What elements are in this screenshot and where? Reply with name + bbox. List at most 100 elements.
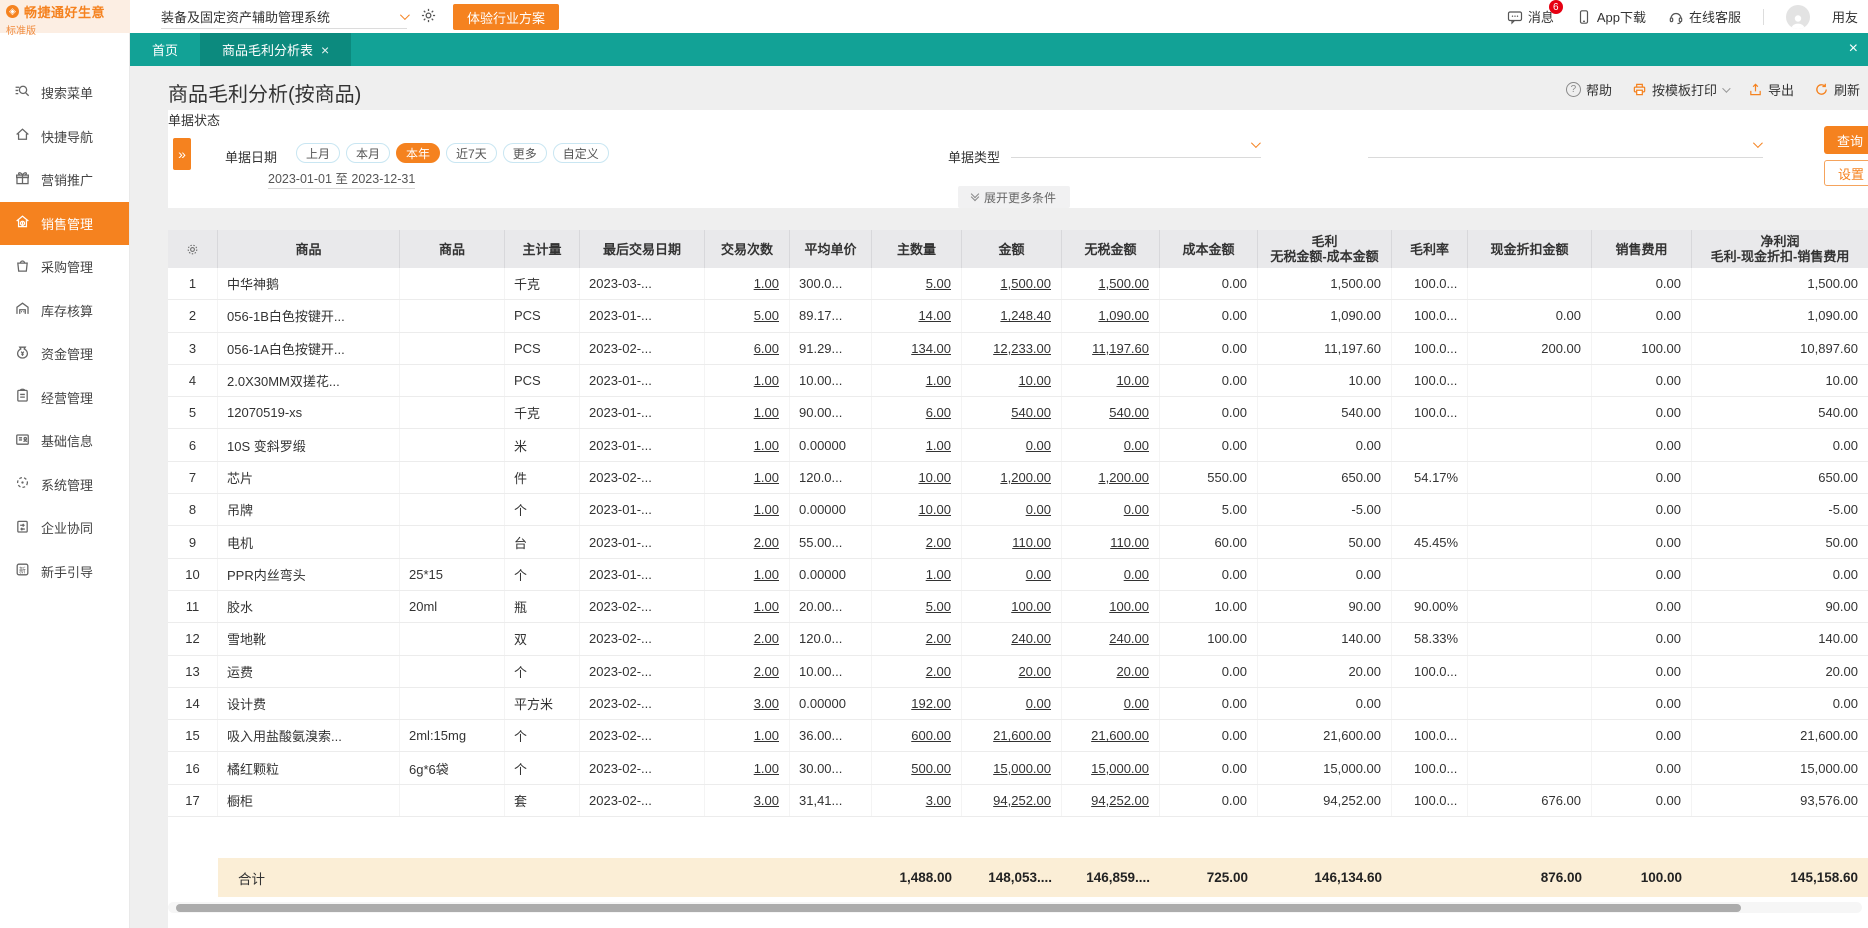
qty-cell[interactable]: 2.00 (872, 655, 962, 687)
app-download-button[interactable]: App下载 (1576, 7, 1646, 26)
notax-cell[interactable]: 0.00 (1062, 429, 1160, 461)
sidebar-item-企业协同[interactable]: 企业协同 (0, 506, 129, 550)
qty-cell[interactable]: 6.00 (872, 397, 962, 429)
times-cell[interactable]: 1.00 (705, 752, 790, 784)
amount-cell[interactable]: 0.00 (962, 687, 1062, 720)
amount-cell[interactable]: 0.00 (962, 494, 1062, 526)
qty-cell[interactable]: 2.00 (872, 623, 962, 655)
sidebar-item-新手引导[interactable]: 新 新手引导 (0, 550, 129, 594)
help-button[interactable]: ? 帮助 (1565, 80, 1612, 99)
notax-cell[interactable]: 540.00 (1062, 397, 1160, 429)
notax-cell[interactable]: 0.00 (1062, 558, 1160, 590)
sidebar-item-基础信息[interactable]: 基础信息 (0, 419, 129, 463)
qty-cell[interactable]: 3.00 (872, 784, 962, 817)
notax-cell[interactable]: 20.00 (1062, 655, 1160, 687)
notax-cell[interactable]: 1,200.00 (1062, 461, 1160, 494)
messages-button[interactable]: 消息 6 (1507, 0, 1563, 26)
qty-cell[interactable]: 5.00 (872, 590, 962, 623)
sidebar-item-销售管理[interactable]: 销售管理 (0, 201, 129, 245)
sidebar-item-搜索菜单[interactable]: 搜索菜单 (0, 71, 129, 115)
qty-cell[interactable]: 192.00 (872, 687, 962, 720)
qty-cell[interactable]: 5.00 (872, 268, 962, 300)
print-button[interactable]: 按模板打印 (1632, 80, 1731, 99)
notax-cell[interactable]: 1,090.00 (1062, 300, 1160, 332)
collapse-filter-button[interactable]: » (173, 138, 191, 170)
sidebar-item-经营管理[interactable]: 经营管理 (0, 376, 129, 420)
amount-cell[interactable]: 21,600.00 (962, 720, 1062, 752)
notax-cell[interactable]: 110.00 (1062, 526, 1160, 558)
date-option-本月[interactable]: 本月 (346, 143, 391, 163)
column-settings-gear-icon[interactable] (168, 230, 218, 268)
qty-cell[interactable]: 1.00 (872, 429, 962, 461)
date-option-本年[interactable]: 本年 (396, 143, 441, 163)
date-option-上月[interactable]: 上月 (296, 143, 341, 163)
amount-cell[interactable]: 110.00 (962, 526, 1062, 558)
amount-cell[interactable]: 0.00 (962, 429, 1062, 461)
times-cell[interactable]: 1.00 (705, 590, 790, 623)
notax-cell[interactable]: 15,000.00 (1062, 752, 1160, 784)
amount-cell[interactable]: 10.00 (962, 364, 1062, 397)
times-cell[interactable]: 1.00 (705, 461, 790, 494)
qty-cell[interactable]: 1.00 (872, 364, 962, 397)
times-cell[interactable]: 1.00 (705, 558, 790, 590)
horizontal-scrollbar[interactable] (168, 902, 1862, 913)
amount-cell[interactable]: 100.00 (962, 590, 1062, 623)
settings-button[interactable]: 设置 (1824, 160, 1868, 186)
amount-cell[interactable]: 0.00 (962, 558, 1062, 590)
amount-cell[interactable]: 15,000.00 (962, 752, 1062, 784)
times-cell[interactable]: 1.00 (705, 268, 790, 300)
times-cell[interactable]: 3.00 (705, 784, 790, 817)
date-option-更多[interactable]: 更多 (502, 143, 547, 163)
notax-cell[interactable]: 0.00 (1062, 687, 1160, 720)
date-range-value[interactable]: 2023-01-01 至 2023-12-31 (268, 168, 416, 189)
query-button[interactable]: 查询 (1824, 126, 1868, 154)
notax-cell[interactable]: 94,252.00 (1062, 784, 1160, 817)
notax-cell[interactable]: 0.00 (1062, 494, 1160, 526)
scrollbar-thumb[interactable] (176, 903, 1741, 912)
times-cell[interactable]: 6.00 (705, 332, 790, 364)
date-option-近7天[interactable]: 近7天 (446, 143, 497, 163)
refresh-button[interactable]: 刷新 (1814, 80, 1860, 99)
export-button[interactable]: 导出 (1748, 80, 1794, 99)
times-cell[interactable]: 2.00 (705, 526, 790, 558)
qty-cell[interactable]: 600.00 (872, 720, 962, 752)
doc-status-select[interactable] (1368, 132, 1763, 158)
amount-cell[interactable]: 1,500.00 (962, 268, 1062, 300)
notax-cell[interactable]: 100.00 (1062, 590, 1160, 623)
times-cell[interactable]: 1.00 (705, 429, 790, 461)
notax-cell[interactable]: 1,500.00 (1062, 268, 1160, 300)
sidebar-item-营销推广[interactable]: 营销推广 (0, 158, 129, 202)
times-cell[interactable]: 2.00 (705, 655, 790, 687)
qty-cell[interactable]: 500.00 (872, 752, 962, 784)
amount-cell[interactable]: 12,233.00 (962, 332, 1062, 364)
amount-cell[interactable]: 94,252.00 (962, 784, 1062, 817)
times-cell[interactable]: 3.00 (705, 687, 790, 720)
qty-cell[interactable]: 134.00 (872, 332, 962, 364)
times-cell[interactable]: 5.00 (705, 300, 790, 332)
amount-cell[interactable]: 540.00 (962, 397, 1062, 429)
qty-cell[interactable]: 10.00 (872, 461, 962, 494)
tab-home[interactable]: 首页 (130, 33, 200, 66)
sidebar-item-采购管理[interactable]: 采购管理 (0, 245, 129, 289)
date-option-自定义[interactable]: 自定义 (552, 143, 609, 163)
times-cell[interactable]: 2.00 (705, 623, 790, 655)
trial-button[interactable]: 体验行业方案 (453, 4, 560, 30)
qty-cell[interactable]: 1.00 (872, 558, 962, 590)
notax-cell[interactable]: 11,197.60 (1062, 332, 1160, 364)
times-cell[interactable]: 1.00 (705, 494, 790, 526)
amount-cell[interactable]: 20.00 (962, 655, 1062, 687)
qty-cell[interactable]: 14.00 (872, 300, 962, 332)
system-select[interactable]: 装备及固定资产辅助管理系统 (161, 5, 410, 29)
notax-cell[interactable]: 10.00 (1062, 364, 1160, 397)
online-service-button[interactable]: 在线客服 (1668, 7, 1741, 26)
gear-icon[interactable] (420, 7, 437, 29)
close-icon[interactable]: × (1849, 40, 1858, 58)
notax-cell[interactable]: 21,600.00 (1062, 720, 1160, 752)
doc-type-select[interactable] (1011, 132, 1261, 158)
avatar[interactable] (1785, 4, 1810, 29)
sidebar-item-快捷导航[interactable]: 快捷导航 (0, 115, 129, 159)
amount-cell[interactable]: 1,248.40 (962, 300, 1062, 332)
qty-cell[interactable]: 2.00 (872, 526, 962, 558)
times-cell[interactable]: 1.00 (705, 720, 790, 752)
times-cell[interactable]: 1.00 (705, 397, 790, 429)
